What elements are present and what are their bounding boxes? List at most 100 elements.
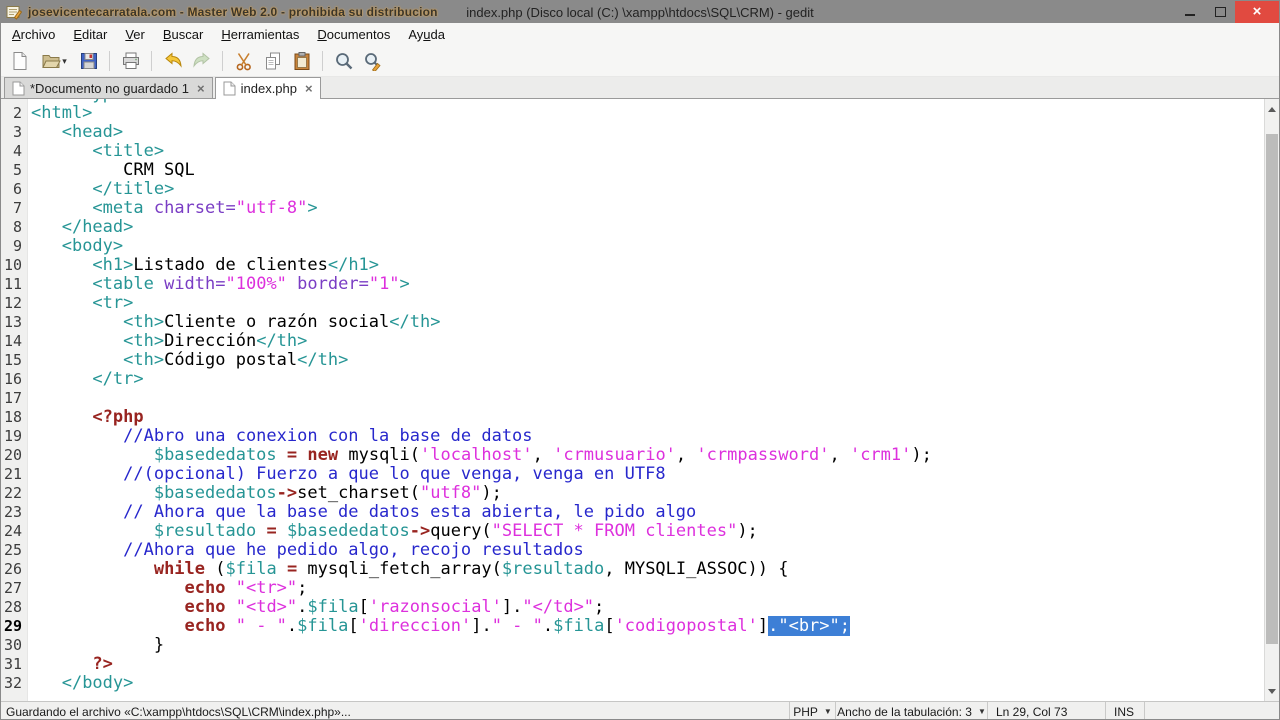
- line-number: 27: [3, 579, 22, 597]
- code-text[interactable]: // Ahora que la base de datos esta abier…: [27, 503, 696, 522]
- undo-button[interactable]: [159, 48, 186, 74]
- menu-item-buscar[interactable]: Buscar: [154, 24, 212, 45]
- scroll-up-button[interactable]: [1265, 101, 1279, 117]
- editor[interactable]: 1<!doctype html>2<html>3 <head>4 <title>…: [1, 99, 1279, 701]
- code-text[interactable]: </title>: [27, 180, 174, 199]
- find-replace-button[interactable]: [359, 48, 386, 74]
- menu-item-herramientas[interactable]: Herramientas: [212, 24, 308, 45]
- tab-width-value: 3: [965, 704, 972, 719]
- line-number: 31: [3, 655, 22, 673]
- code-text[interactable]: [27, 389, 31, 408]
- open-document-button[interactable]: ▾: [35, 48, 73, 74]
- scroll-down-button[interactable]: [1265, 683, 1279, 699]
- code-text[interactable]: while ($fila = mysqli_fetch_array($resul…: [27, 560, 789, 579]
- line-number: 20: [3, 446, 22, 464]
- menu-item-archivo[interactable]: Archivo: [3, 24, 64, 45]
- minimize-button[interactable]: [1175, 1, 1205, 23]
- code-line: 14 <th>Dirección</th>: [1, 332, 1279, 351]
- tab-close-icon[interactable]: ×: [197, 82, 205, 95]
- status-bar: Guardando el archivo «C:\xampp\htdocs\SQ…: [1, 701, 1279, 719]
- scrollbar-thumb[interactable]: [1266, 134, 1278, 644]
- save-icon: [79, 51, 99, 71]
- code-area[interactable]: 1<!doctype html>2<html>3 <head>4 <title>…: [1, 99, 1279, 693]
- code-text[interactable]: ?>: [27, 655, 112, 674]
- line-number: 17: [3, 389, 22, 407]
- tab--documento-no-guardado-1[interactable]: *Documento no guardado 1 ×: [4, 77, 213, 98]
- language-selector[interactable]: PHP ▼: [789, 702, 835, 719]
- new-document-icon: [10, 51, 30, 71]
- code-line: 24 $resultado = $basededatos->query("SEL…: [1, 522, 1279, 541]
- cut-button[interactable]: [230, 48, 257, 74]
- chevron-down-icon: ▾: [62, 55, 67, 66]
- code-line: 32 </body>: [1, 674, 1279, 693]
- toolbar-separator: [322, 51, 323, 71]
- code-line: 7 <meta charset="utf-8">: [1, 199, 1279, 218]
- code-text[interactable]: <th>Dirección</th>: [27, 332, 307, 351]
- paste-button[interactable]: [288, 48, 315, 74]
- code-text[interactable]: <body>: [27, 237, 123, 256]
- status-spacer: [1145, 702, 1279, 719]
- tab-close-icon[interactable]: ×: [305, 82, 313, 95]
- code-line: 5 CRM SQL: [1, 161, 1279, 180]
- line-number: 14: [3, 332, 22, 350]
- menu-item-ver[interactable]: Ver: [116, 24, 154, 45]
- line-number: 28: [3, 598, 22, 616]
- code-text[interactable]: </tr>: [27, 370, 143, 389]
- save-button[interactable]: [75, 48, 102, 74]
- code-text[interactable]: }: [27, 636, 164, 655]
- code-text[interactable]: echo "<tr>";: [27, 579, 308, 598]
- code-text[interactable]: </body>: [27, 674, 134, 693]
- code-text[interactable]: echo " - ".$fila['direccion']." - ".$fil…: [27, 616, 850, 636]
- chevron-down-icon: ▼: [823, 707, 832, 716]
- code-line: 17: [1, 389, 1279, 408]
- code-line: 26 while ($fila = mysqli_fetch_array($re…: [1, 560, 1279, 579]
- line-number: 2: [12, 104, 22, 122]
- new-document-button[interactable]: [6, 48, 33, 74]
- line-number: 23: [3, 503, 22, 521]
- tab-index-php[interactable]: index.php ×: [214, 77, 321, 99]
- code-text[interactable]: <meta charset="utf-8">: [27, 199, 317, 218]
- code-text[interactable]: <title>: [27, 142, 164, 161]
- copy-button[interactable]: [259, 48, 286, 74]
- print-button[interactable]: [117, 48, 144, 74]
- vertical-scrollbar[interactable]: [1264, 99, 1279, 701]
- find-replace-icon: [363, 51, 383, 71]
- code-text[interactable]: $resultado = $basededatos->query("SELECT…: [27, 522, 758, 541]
- code-text[interactable]: </head>: [27, 218, 134, 237]
- code-text[interactable]: <html>: [27, 104, 92, 123]
- open-document-icon: [41, 51, 62, 71]
- code-text[interactable]: CRM SQL: [27, 161, 195, 180]
- tab-width-selector[interactable]: Ancho de la tabulación: 3 ▼: [835, 702, 987, 719]
- menu-item-ayuda[interactable]: Ayuda: [399, 24, 454, 45]
- code-text[interactable]: echo "<td>".$fila['razonsocial']."</td>"…: [27, 598, 605, 617]
- code-text[interactable]: <head>: [27, 123, 123, 142]
- code-text[interactable]: <h1>Listado de clientes</h1>: [27, 256, 379, 275]
- code-text[interactable]: //(opcional) Fuerzo a que lo que venga, …: [27, 465, 665, 484]
- restore-button[interactable]: [1205, 1, 1235, 23]
- code-line: 12 <tr>: [1, 294, 1279, 313]
- code-text[interactable]: $basededatos = new mysqli('localhost', '…: [27, 446, 932, 465]
- code-text[interactable]: //Ahora que he pedido algo, recojo resul…: [27, 541, 584, 560]
- code-text[interactable]: <th>Cliente o razón social</th>: [27, 313, 440, 332]
- code-line: 9 <body>: [1, 237, 1279, 256]
- code-text[interactable]: <?php: [27, 408, 143, 427]
- code-line: 23 // Ahora que la base de datos esta ab…: [1, 503, 1279, 522]
- find-button[interactable]: [330, 48, 357, 74]
- line-number: 24: [3, 522, 22, 540]
- code-line: 4 <title>: [1, 142, 1279, 161]
- code-text[interactable]: //Abro una conexion con la base de datos: [27, 427, 532, 446]
- menu-item-documentos[interactable]: Documentos: [308, 24, 399, 45]
- title-bar[interactable]: josevicentecarratala.com - Master Web 2.…: [1, 1, 1279, 23]
- code-text[interactable]: <th>Código postal</th>: [27, 351, 348, 370]
- code-text[interactable]: <table width="100%" border="1">: [27, 275, 409, 294]
- code-text[interactable]: <tr>: [27, 294, 133, 313]
- gedit-app-icon: [6, 4, 23, 20]
- menu-item-editar[interactable]: Editar: [64, 24, 116, 45]
- cursor-position: Ln 29, Col 73: [987, 702, 1105, 719]
- scroll-up-icon: [1268, 106, 1276, 112]
- code-text[interactable]: $basededatos->set_charset("utf8");: [27, 484, 502, 503]
- line-number: 8: [12, 218, 22, 236]
- line-number: 32: [3, 674, 22, 692]
- code-line: 21 //(opcional) Fuerzo a que lo que veng…: [1, 465, 1279, 484]
- close-button[interactable]: ×: [1235, 1, 1279, 23]
